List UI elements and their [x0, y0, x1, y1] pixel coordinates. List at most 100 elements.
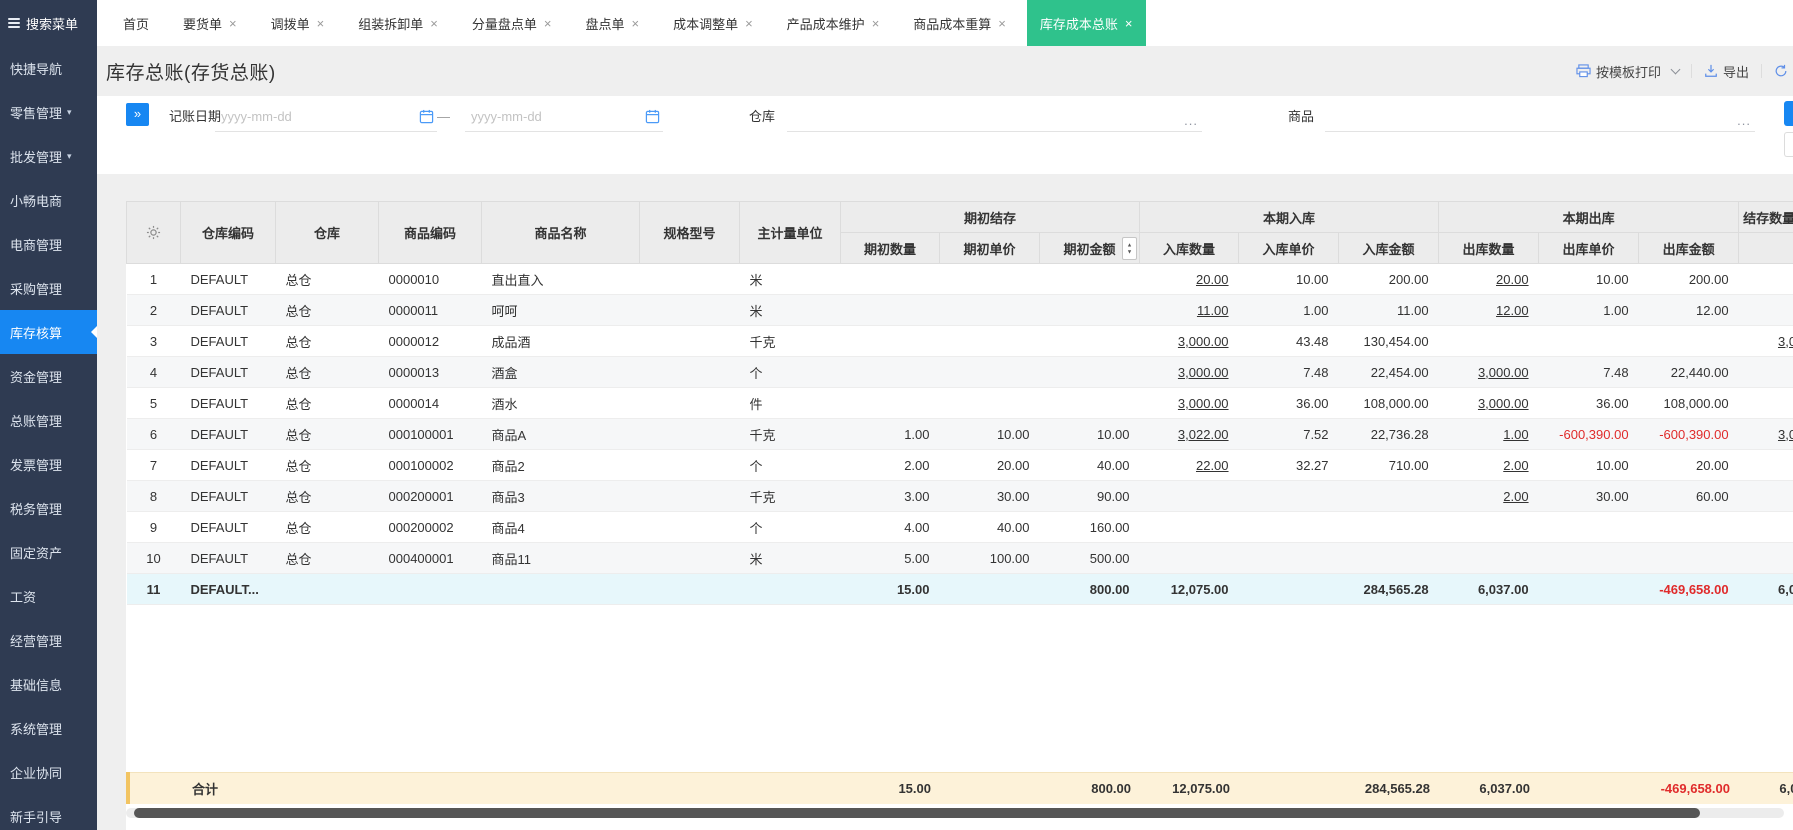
column-header[interactable]: 商品编码	[378, 201, 482, 264]
table-row[interactable]: 5 DEFAULT 总仓 0000014 酒水件 3,000.00 36.00 108,000…	[126, 387, 1793, 419]
table-row[interactable]: 3 DEFAULT 总仓 0000012 成品酒 千克 3,000.00 43.48 130,4…	[126, 325, 1793, 357]
sidebar-item[interactable]: 经营管理	[0, 618, 97, 662]
column-settings-button[interactable]	[126, 201, 181, 264]
table-row[interactable]: 1 DEFAULT 总仓 0000010 直出直入米 20.00 10.00 200.00 20…	[126, 263, 1793, 295]
sidebar-item[interactable]: 零售管理 ▾	[0, 90, 97, 134]
tab[interactable]: 商品成本重算 ×	[900, 0, 1019, 46]
sort-spinner[interactable]: ▲ ▼	[1122, 237, 1138, 260]
sidebar-item[interactable]: 发票管理	[0, 442, 97, 486]
tab-close-icon[interactable]: ×	[631, 16, 639, 31]
column-header[interactable]: 出库单价	[1538, 232, 1640, 264]
tab-close-icon[interactable]: ×	[430, 16, 438, 31]
sidebar-item[interactable]: 电商管理	[0, 222, 97, 266]
calendar-icon[interactable]	[419, 109, 434, 124]
tab-close-icon[interactable]: ×	[872, 16, 880, 31]
tab[interactable]: 要货单 ×	[170, 0, 250, 46]
drill-down-link[interactable]: 3,022.00	[1738, 418, 1793, 450]
sidebar-item[interactable]: 新手引导	[0, 794, 97, 830]
table-row[interactable]: 7 DEFAULT 总仓 000100002 商品2 个 2.00 20.00 40.00 22.…	[126, 449, 1793, 481]
tab[interactable]: 调拨单 ×	[258, 0, 338, 46]
tab-close-icon[interactable]: ×	[745, 16, 753, 31]
warehouse-picker-button[interactable]: ...	[1184, 113, 1198, 128]
collapse-filter-button[interactable]: »	[126, 103, 149, 126]
tab[interactable]: 盘点单 ×	[572, 0, 652, 46]
tab-close-icon[interactable]: ×	[229, 16, 237, 31]
table-row[interactable]: 4 DEFAULT 总仓 0000013 酒盒个 3,000.00 7.48 22,454.0…	[126, 356, 1793, 388]
chevron-down-icon[interactable]	[1670, 64, 1681, 74]
refresh-button[interactable]: 刷新	[1774, 62, 1793, 81]
drill-down-link[interactable]: 3,000.00	[1438, 387, 1539, 419]
table-cell: 40.00	[1039, 449, 1140, 481]
clipped-primary-button[interactable]	[1784, 101, 1793, 126]
sidebar-item[interactable]: 库存核算	[0, 310, 97, 354]
column-header[interactable]: 入库金额	[1338, 232, 1440, 264]
product-picker-button[interactable]: ...	[1737, 113, 1751, 128]
table-row[interactable]: 2 DEFAULT 总仓 0000011 呵呵米 11.00 1.00 11.00 12.00 1…	[126, 294, 1793, 326]
sidebar-item[interactable]: 批发管理 ▾	[0, 134, 97, 178]
tab[interactable]: 组装拆卸单 ×	[345, 0, 451, 46]
product-input[interactable]: ...	[1325, 102, 1755, 132]
tab-close-icon[interactable]: ×	[1125, 16, 1133, 31]
sidebar-item[interactable]: 总账管理	[0, 398, 97, 442]
drill-down-link[interactable]: 22.00	[1139, 449, 1239, 481]
table-row[interactable]: 6 DEFAULT 总仓 000100001 商品A 千克 1.00 10.00 10.00 3,…	[126, 418, 1793, 450]
column-header[interactable]: 期初单价	[939, 232, 1040, 264]
sidebar-item[interactable]: 基础信息	[0, 662, 97, 706]
tab[interactable]: 首页	[110, 0, 162, 46]
sidebar-item[interactable]: 小畅电商	[0, 178, 97, 222]
tab-close-icon[interactable]: ×	[544, 16, 552, 31]
end-date-input[interactable]: yyyy-mm-dd	[465, 102, 663, 132]
table-row[interactable]: 10 DEFAULT 总仓 000400001 商品11 米 5.00 100.00 500.0…	[126, 542, 1793, 574]
sidebar-item[interactable]: 企业协同	[0, 750, 97, 794]
drill-down-link[interactable]: 12.00	[1438, 294, 1539, 326]
table-row[interactable]: 9 DEFAULT 总仓 000200002 商品4 个 4.00 40.00 160.00	[126, 511, 1793, 543]
tab[interactable]: 分量盘点单 ×	[459, 0, 565, 46]
sidebar-item[interactable]: 系统管理	[0, 706, 97, 750]
column-header[interactable]: 规格型号	[639, 201, 740, 264]
drill-down-link[interactable]: 3,000.00	[1139, 387, 1239, 419]
scrollbar-thumb[interactable]	[134, 808, 1700, 818]
start-date-input[interactable]: yyyy-mm-dd	[215, 102, 437, 132]
drill-down-link[interactable]: 1.00	[1438, 418, 1539, 450]
column-header[interactable]: 出库金额	[1638, 232, 1740, 264]
horizontal-scrollbar[interactable]	[126, 808, 1784, 818]
clipped-secondary-button[interactable]	[1784, 132, 1793, 157]
column-header[interactable]: 出库数量	[1438, 232, 1540, 264]
calendar-icon[interactable]	[645, 109, 660, 124]
warehouse-input[interactable]: ...	[787, 102, 1202, 132]
export-button[interactable]: 导出	[1704, 62, 1749, 81]
column-header[interactable]: 入库单价	[1238, 232, 1340, 264]
column-header[interactable]: 商品名称	[481, 201, 640, 264]
sidebar-search[interactable]: 搜索菜单	[0, 0, 97, 46]
drill-down-link[interactable]: 3,022.00	[1139, 418, 1239, 450]
sidebar-item[interactable]: 采购管理	[0, 266, 97, 310]
tab-close-icon[interactable]: ×	[998, 16, 1006, 31]
drill-down-link[interactable]: 3,000.00	[1139, 356, 1239, 388]
column-header[interactable]: 入库数量	[1139, 232, 1240, 264]
drill-down-link[interactable]: 20.00	[1139, 263, 1239, 295]
drill-down-link[interactable]: 3,000.00	[1738, 325, 1793, 357]
tab-close-icon[interactable]: ×	[317, 16, 325, 31]
column-header[interactable]: 期初金额 ▲ ▼	[1038, 232, 1141, 264]
tab[interactable]: 产品成本维护 ×	[774, 0, 893, 46]
sidebar-item[interactable]: 资金管理	[0, 354, 97, 398]
tab[interactable]: 成本调整单 ×	[660, 0, 766, 46]
drill-down-link[interactable]: 11.00	[1139, 294, 1239, 326]
drill-down-link[interactable]: 2.00	[1438, 480, 1539, 512]
drill-down-link[interactable]: 2.00	[1438, 449, 1539, 481]
drill-down-link[interactable]: 3,000.00	[1139, 325, 1239, 357]
print-by-template-button[interactable]: 按模板打印	[1576, 62, 1681, 81]
subtotal-row[interactable]: 11 DEFAULT... 15.00 800.00 12,075.00 284,565.…	[126, 573, 1793, 605]
sidebar-item[interactable]: 固定资产	[0, 530, 97, 574]
sidebar-item[interactable]: 工资	[0, 574, 97, 618]
sidebar-item[interactable]: 税务管理	[0, 486, 97, 530]
drill-down-link[interactable]: 20.00	[1438, 263, 1539, 295]
table-row[interactable]: 8 DEFAULT 总仓 000200001 商品3 千克 3.00 30.00 90.00 2.…	[126, 480, 1793, 512]
column-header[interactable]: 期初数量	[840, 232, 940, 264]
tab[interactable]: 库存成本总账 ×	[1026, 0, 1146, 46]
drill-down-link[interactable]: 3,000.00	[1438, 356, 1539, 388]
column-header[interactable]: 仓库编码	[180, 201, 276, 264]
column-header[interactable]: 主计量单位	[739, 201, 841, 264]
column-header[interactable]: 仓库	[275, 201, 379, 264]
sidebar-item[interactable]: 快捷导航	[0, 46, 97, 90]
